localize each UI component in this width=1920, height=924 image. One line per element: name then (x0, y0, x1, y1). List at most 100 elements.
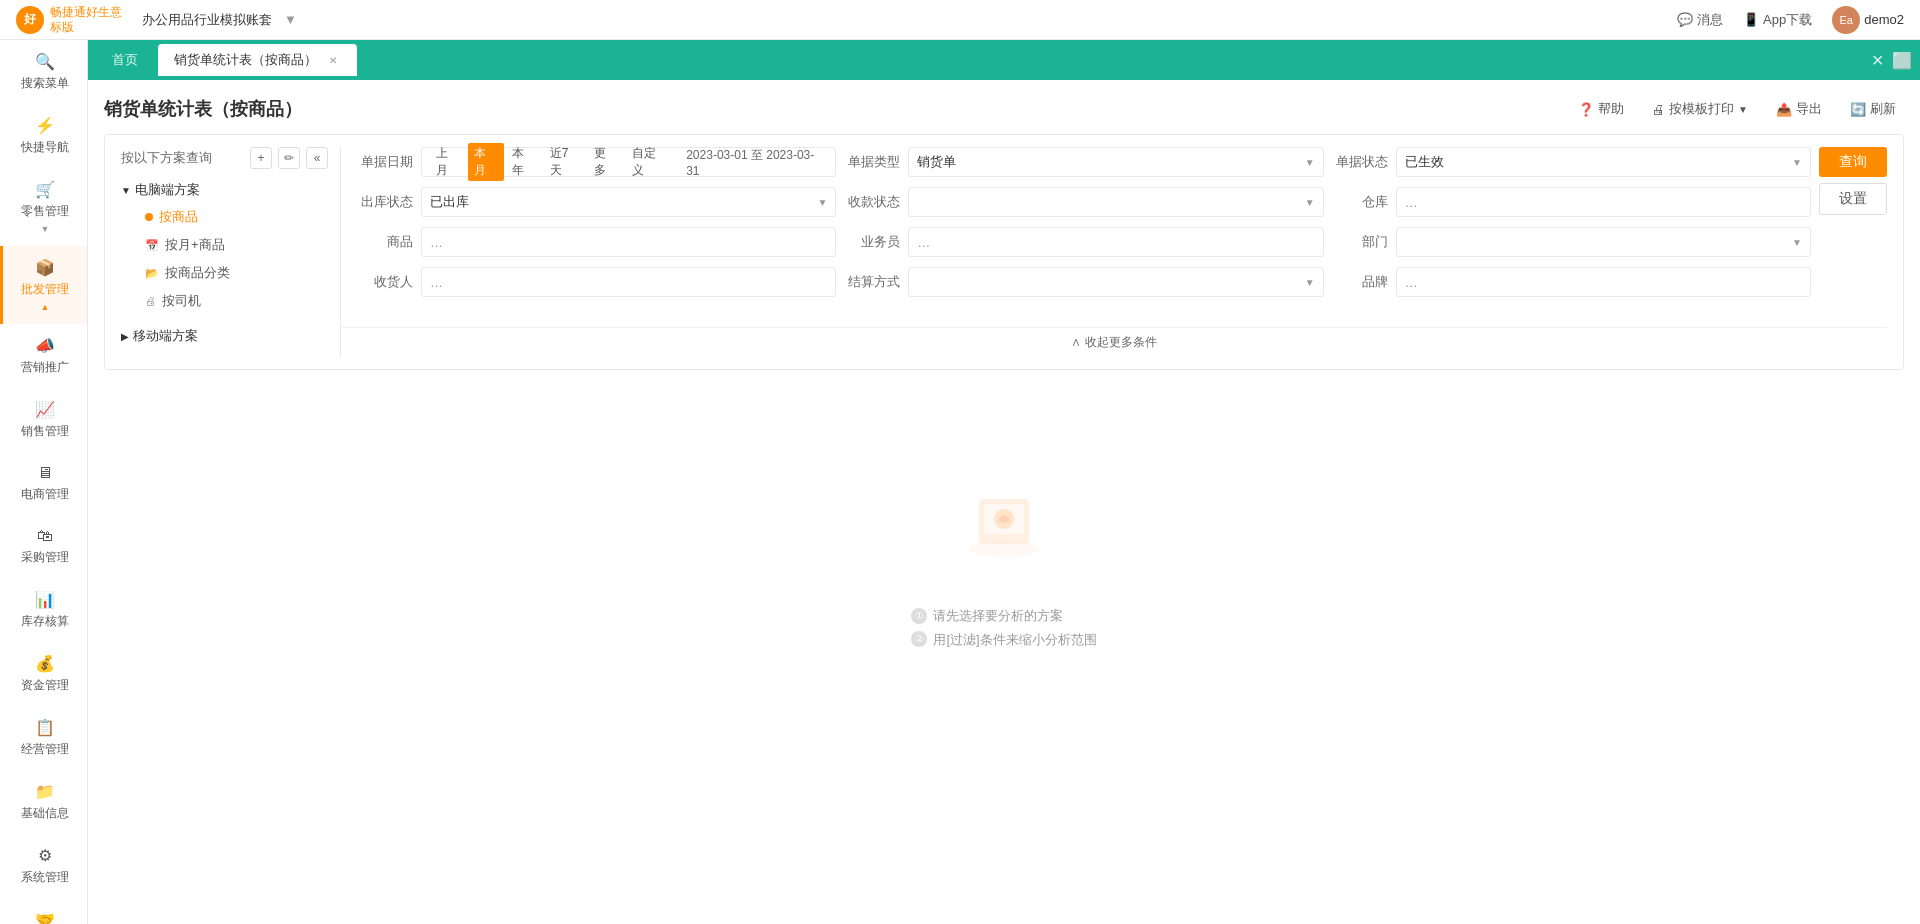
date-tab-current-month[interactable]: 本月 (468, 143, 504, 181)
sidebar-item-base[interactable]: 📁 基础信息 (0, 770, 87, 834)
sidebar-item-operations[interactable]: 📋 经营管理 (0, 706, 87, 770)
tab-home[interactable]: 首页 (96, 44, 154, 76)
sidebar-item-system[interactable]: ⚙ 系统管理 (0, 834, 87, 898)
scheme-group-desktop-header[interactable]: ▼ 电脑端方案 (121, 177, 328, 203)
maximize-icon[interactable]: ⬜ (1892, 51, 1912, 70)
sidebar-item-retail[interactable]: 🛒 零售管理 ▼ (0, 168, 87, 246)
date-tab-current-year[interactable]: 本年 (506, 143, 542, 181)
sidebar-item-purchase[interactable]: 🛍 采购管理 (0, 515, 87, 578)
sidebar-item-sales[interactable]: 📈 销售管理 (0, 388, 87, 452)
receipt-status-select[interactable]: ▼ (908, 187, 1323, 217)
page-header: 销货单统计表（按商品） ❓ 帮助 🖨 按模板打印 ▼ 📤 导出 (104, 96, 1904, 122)
department-label: 部门 (1332, 233, 1388, 251)
active-dot-icon (145, 213, 153, 221)
settlement-select[interactable]: ▼ (908, 267, 1323, 297)
filter-date: 单据日期 上月 本月 本年 近7天 (357, 147, 836, 177)
settings-button[interactable]: 设置 (1819, 183, 1887, 215)
edit-scheme-button[interactable]: ✏ (278, 147, 300, 169)
empty-state: ① 请先选择要分析的方案 ② 用[过滤]条件来缩小分析范围 (104, 370, 1904, 750)
date-tab-prev-month[interactable]: 上月 (430, 143, 466, 181)
scheme-header: 按以下方案查询 + ✏ « (121, 147, 328, 169)
printer-icon: 🖨 (145, 295, 156, 307)
salesperson-label: 业务员 (844, 233, 900, 251)
out-status-label: 出库状态 (357, 193, 413, 211)
purchase-icon: 🛍 (37, 527, 53, 545)
filter-row-1: 单据日期 上月 本月 本年 近7天 (357, 147, 1811, 177)
calendar-icon: 📅 (145, 239, 159, 252)
date-range-value: 2023-03-01 至 2023-03-31 (686, 147, 827, 178)
sidebar-item-cooperation[interactable]: 🤝 企业协同 (0, 898, 87, 924)
settlement-label: 结算方式 (844, 273, 900, 291)
receipt-status-arrow-icon: ▼ (1305, 197, 1315, 208)
filter-doc-status: 单据状态 已生效 ▼ (1332, 147, 1811, 177)
scheme-group-desktop: ▼ 电脑端方案 按商品 📅 按月+商品 (121, 177, 328, 315)
shortcut-icon: ⚡ (35, 116, 55, 135)
scheme-item-by-month-goods[interactable]: 📅 按月+商品 (121, 231, 328, 259)
filter-salesperson: 业务员 … (844, 227, 1323, 257)
settlement-arrow-icon: ▼ (1305, 277, 1315, 288)
date-tab-custom[interactable]: 自定义 (626, 143, 674, 181)
sales-icon: 📈 (35, 400, 55, 419)
consignee-input[interactable]: … (421, 267, 836, 297)
department-select[interactable]: ▼ (1396, 227, 1811, 257)
print-button[interactable]: 🖨 按模板打印 ▼ (1644, 96, 1756, 122)
sidebar-item-finance[interactable]: 💰 资金管理 (0, 642, 87, 706)
filter-doc-type: 单据类型 销货单 ▼ (844, 147, 1323, 177)
help-button[interactable]: ❓ 帮助 (1570, 96, 1632, 122)
collapse-scheme-button[interactable]: « (306, 147, 328, 169)
brand-input[interactable]: … (1396, 267, 1811, 297)
doc-type-arrow-icon: ▼ (1305, 157, 1315, 168)
message-button[interactable]: 💬 消息 (1677, 11, 1723, 29)
sidebar-item-ecommerce[interactable]: 🖥 电商管理 (0, 452, 87, 515)
doc-status-select[interactable]: 已生效 ▼ (1396, 147, 1811, 177)
refresh-button[interactable]: 🔄 刷新 (1842, 96, 1904, 122)
sidebar-item-search[interactable]: 🔍 搜索菜单 (0, 40, 87, 104)
export-button[interactable]: 📤 导出 (1768, 96, 1830, 122)
scheme-item-by-goods[interactable]: 按商品 (121, 203, 328, 231)
base-icon: 📁 (35, 782, 55, 801)
tab-close-icon[interactable]: ✕ (325, 52, 341, 68)
sidebar-item-marketing[interactable]: 📣 营销推广 (0, 324, 87, 388)
topbar-right: 💬 消息 📱 App下载 Ea demo2 (1677, 6, 1904, 34)
query-button[interactable]: 查询 (1819, 147, 1887, 177)
user-area[interactable]: Ea demo2 (1832, 6, 1904, 34)
tab-report[interactable]: 销货单统计表（按商品） ✕ (158, 44, 357, 76)
filter-receipt-status: 收款状态 ▼ (844, 187, 1323, 217)
operations-icon: 📋 (35, 718, 55, 737)
sidebar-item-wholesale[interactable]: 📦 批发管理 ▲ (0, 246, 87, 324)
app-download-button[interactable]: 📱 App下载 (1743, 11, 1812, 29)
date-tabs: 上月 本月 本年 近7天 更多 自定义 (430, 143, 674, 181)
filter-panel: 按以下方案查询 + ✏ « ▼ 电脑端方案 (104, 134, 1904, 370)
salesperson-input[interactable]: … (908, 227, 1323, 257)
date-tab-more[interactable]: 更多 (588, 143, 624, 181)
scheme-group-mobile-header[interactable]: ▶ 移动端方案 (121, 323, 328, 349)
close-window-icon[interactable]: ✕ (1871, 51, 1884, 70)
filter-form: 单据日期 上月 本月 本年 近7天 (341, 147, 1811, 319)
doc-status-label: 单据状态 (1332, 153, 1388, 171)
sidebar-item-inventory[interactable]: 📊 库存核算 (0, 578, 87, 642)
chevron-up-icon: ▲ (41, 302, 50, 312)
date-selector[interactable]: 上月 本月 本年 近7天 更多 自定义 2 (421, 147, 836, 177)
workspace-title[interactable]: 办公用品行业模拟账套 (142, 11, 272, 29)
filter-brand: 品牌 … (1332, 267, 1811, 297)
warehouse-input[interactable]: … (1396, 187, 1811, 217)
goods-input[interactable]: … (421, 227, 836, 257)
scheme-item-by-goods-category[interactable]: 📂 按商品分类 (121, 259, 328, 287)
wholesale-icon: 📦 (35, 258, 55, 277)
group-arrow-icon: ▼ (121, 185, 131, 196)
out-status-select[interactable]: 已出库 ▼ (421, 187, 836, 217)
scheme-group-mobile: ▶ 移动端方案 (121, 323, 328, 349)
date-tab-7days[interactable]: 近7天 (544, 143, 587, 181)
doc-type-select[interactable]: 销货单 ▼ (908, 147, 1323, 177)
ecommerce-icon: 🖥 (37, 464, 53, 482)
tip-1-num: ① (911, 608, 927, 624)
add-scheme-button[interactable]: + (250, 147, 272, 169)
scheme-item-by-printer[interactable]: 🖨 按司机 (121, 287, 328, 315)
sidebar-item-shortcut[interactable]: ⚡ 快捷导航 (0, 104, 87, 168)
sidebar: 🔍 搜索菜单 ⚡ 快捷导航 🛒 零售管理 ▼ 📦 批发管理 ▲ 📣 营销推广 📈… (0, 40, 88, 924)
collapse-bar[interactable]: ∧ 收起更多条件 (341, 327, 1887, 357)
filter-layout: 按以下方案查询 + ✏ « ▼ 电脑端方案 (121, 147, 1887, 357)
page-actions: ❓ 帮助 🖨 按模板打印 ▼ 📤 导出 🔄 刷新 (1570, 96, 1904, 122)
filter-row-3: 商品 … 业务员 … (357, 227, 1811, 257)
tab-bar-actions: ✕ ⬜ (1871, 51, 1912, 70)
